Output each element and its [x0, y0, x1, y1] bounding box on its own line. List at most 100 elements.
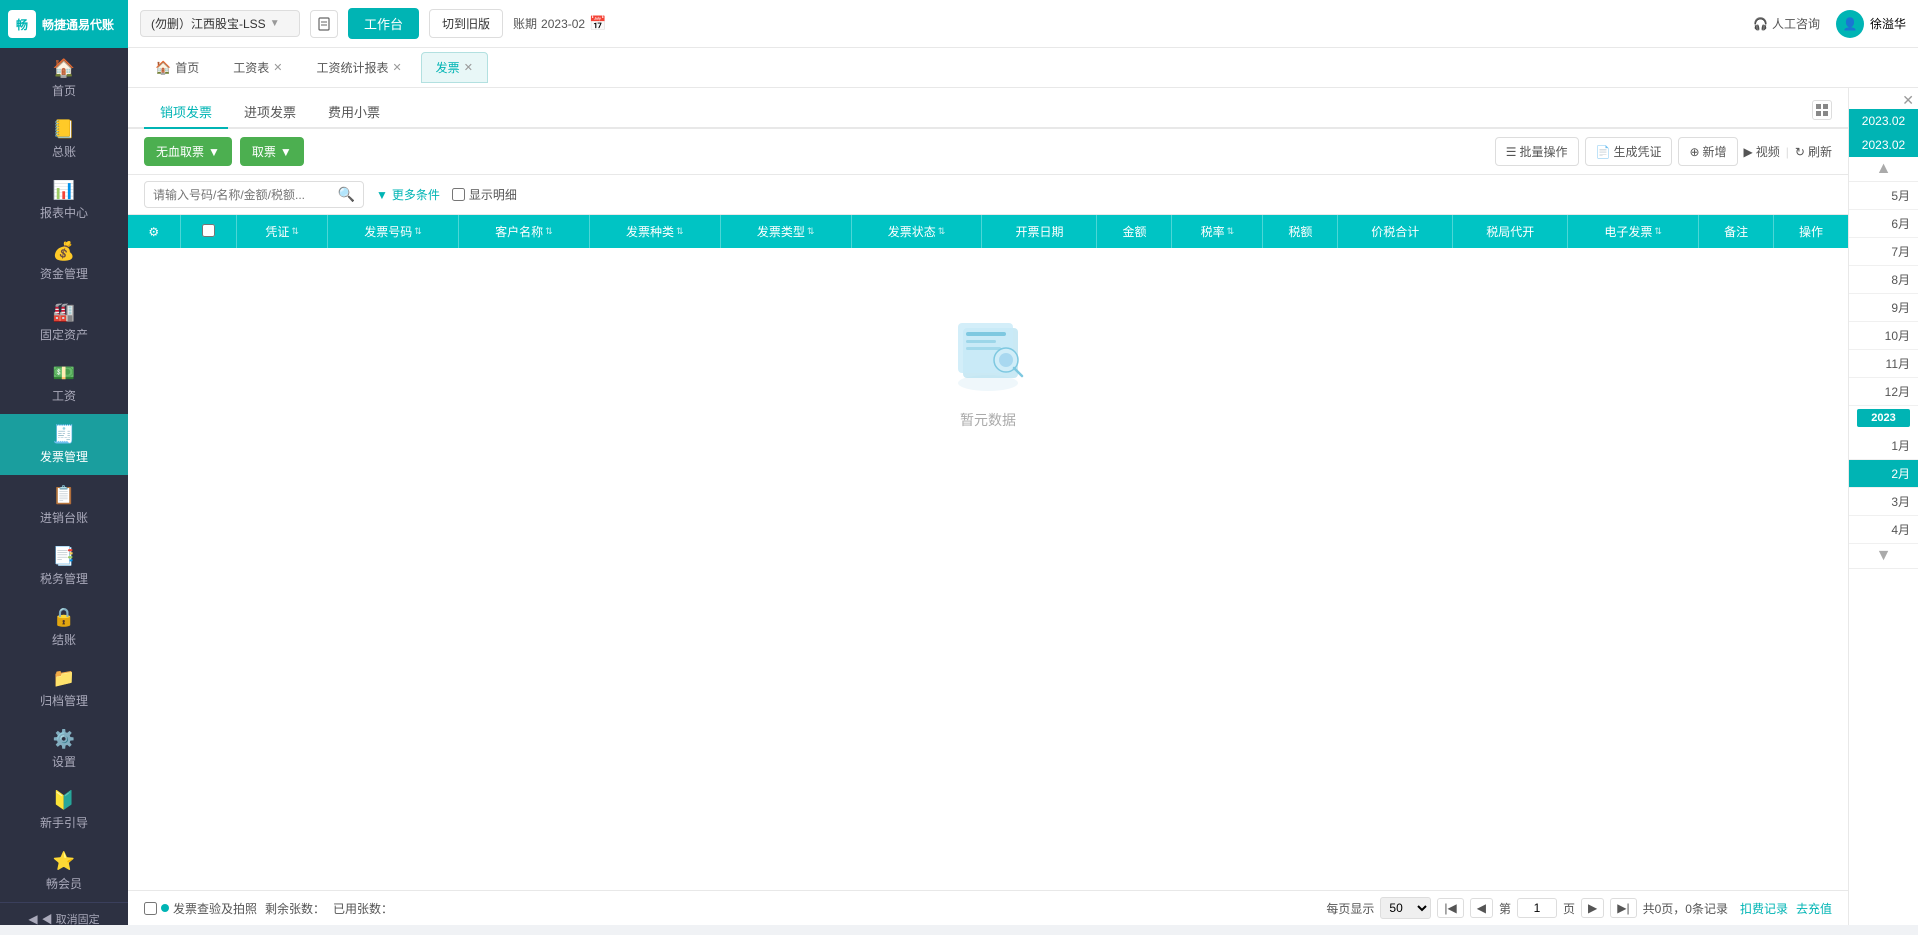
- date-nav-up-btn[interactable]: ▲: [1876, 161, 1892, 177]
- remaining-label: 剩余张数：: [265, 900, 325, 917]
- recharge-link[interactable]: 去充值: [1796, 900, 1832, 917]
- new-button[interactable]: ⊕ 新增: [1678, 137, 1737, 166]
- deduction-record-link[interactable]: 扣费记录: [1740, 900, 1788, 917]
- gen-voucher-button[interactable]: 📄 生成凭证: [1585, 137, 1673, 166]
- batch-op-button[interactable]: ☰ 批量操作: [1495, 137, 1579, 166]
- th-tax: 税额: [1263, 215, 1338, 248]
- date-item-9[interactable]: 9月: [1849, 294, 1918, 322]
- workbench-button[interactable]: 工作台: [348, 8, 419, 39]
- more-filter-button[interactable]: ▼ 更多条件: [376, 186, 440, 203]
- date-panel-close-btn[interactable]: ✕: [1902, 92, 1914, 109]
- sub-tab-sales-invoice[interactable]: 销项发票: [144, 96, 228, 129]
- tab-salary-table-close[interactable]: ✕: [273, 61, 282, 74]
- date-item-4[interactable]: 4月: [1849, 516, 1918, 544]
- take-ticket-button[interactable]: 取票 ▼: [240, 137, 304, 166]
- next-page-btn[interactable]: ▶: [1581, 898, 1604, 918]
- date-item-3[interactable]: 3月: [1849, 488, 1918, 516]
- import-export-links: 扣费记录 去充值: [1740, 900, 1832, 917]
- tab-invoice-close[interactable]: ✕: [464, 61, 473, 74]
- old-version-button[interactable]: 切到旧版: [429, 9, 503, 38]
- take-label: 取票: [252, 143, 276, 160]
- sub-tab-purchase-invoice[interactable]: 进项发票: [228, 96, 312, 129]
- doc-icon[interactable]: [310, 10, 338, 38]
- settings-icon: ⚙️: [53, 729, 75, 750]
- toolbar: 无血取票 ▼ 取票 ▼ ☰ 批量操作 📄 生成凭证: [128, 129, 1848, 175]
- show-detail-checkbox[interactable]: [452, 188, 465, 201]
- date-nav-down-btn[interactable]: ▼: [1876, 548, 1892, 564]
- date-panel-header-second[interactable]: 2023.02: [1849, 133, 1918, 157]
- sidebar-item-funds[interactable]: 💰 资金管理: [0, 231, 128, 292]
- date-item-10[interactable]: 10月: [1849, 322, 1918, 350]
- th-invoice-status[interactable]: 发票状态 ⇅: [851, 215, 982, 248]
- sidebar-item-ledger[interactable]: 📒 总账: [0, 109, 128, 170]
- th-invoice-no[interactable]: 发票号码 ⇅: [328, 215, 459, 248]
- user-info[interactable]: 👤 徐溢华: [1836, 10, 1906, 38]
- th-tax-rate[interactable]: 税率 ⇅: [1172, 215, 1263, 248]
- tab-salary-stats[interactable]: 工资统计报表 ✕: [301, 52, 416, 83]
- per-page-select[interactable]: 50 100 200: [1380, 897, 1431, 919]
- verify-checkbox[interactable]: [144, 902, 157, 915]
- tab-salary-table[interactable]: 工资表 ✕: [218, 52, 297, 83]
- prev-page-btn[interactable]: ◀: [1470, 898, 1493, 918]
- tab-home[interactable]: 🏠 首页: [140, 52, 214, 83]
- th-invoice-type[interactable]: 发票种类 ⇅: [589, 215, 720, 248]
- refresh-button[interactable]: ↻ 刷新: [1795, 143, 1832, 160]
- sidebar-item-tax[interactable]: 📑 税务管理: [0, 536, 128, 597]
- verify-check[interactable]: 发票查验及拍照: [144, 900, 257, 917]
- show-detail-toggle[interactable]: 显示明细: [452, 186, 517, 203]
- sidebar-item-guide[interactable]: 🔰 新手引导: [0, 780, 128, 841]
- period-label: 账期 2023-02 📅: [513, 15, 607, 32]
- sidebar-item-payroll[interactable]: 💵 工资: [0, 353, 128, 414]
- calendar-icon[interactable]: 📅: [589, 15, 606, 32]
- sidebar-item-archive[interactable]: 📁 归档管理: [0, 658, 128, 719]
- th-e-invoice[interactable]: 电子发票 ⇅: [1568, 215, 1699, 248]
- company-selector[interactable]: (勿删）江西股宝-LSS ▼: [140, 10, 300, 37]
- sidebar-item-label: 工资: [52, 387, 76, 404]
- sidebar-item-member[interactable]: ⭐ 畅会员: [0, 841, 128, 902]
- th-checkbox[interactable]: [180, 215, 237, 248]
- date-item-8[interactable]: 8月: [1849, 266, 1918, 294]
- sidebar-collapse-btn[interactable]: ◀ ◀ 取消固定: [0, 903, 128, 935]
- th-invoice-category[interactable]: 发票类型 ⇅: [720, 215, 851, 248]
- no-ticket-button[interactable]: 无血取票 ▼: [144, 137, 232, 166]
- date-item-5[interactable]: 5月: [1849, 182, 1918, 210]
- date-item-11[interactable]: 11月: [1849, 350, 1918, 378]
- sidebar-item-settings[interactable]: ⚙️ 设置: [0, 719, 128, 780]
- th-voucher[interactable]: 凭证 ⇅: [237, 215, 328, 248]
- last-page-btn[interactable]: ▶|: [1610, 898, 1636, 918]
- sidebar-item-reports[interactable]: 📊 报表中心: [0, 170, 128, 231]
- logo-text: 畅捷通易代账: [42, 16, 114, 33]
- page-input[interactable]: [1517, 898, 1557, 918]
- date-item-7[interactable]: 7月: [1849, 238, 1918, 266]
- tab-salary-stats-close[interactable]: ✕: [392, 61, 401, 74]
- date-item-12[interactable]: 12月: [1849, 378, 1918, 406]
- sidebar-item-invoice[interactable]: 🧾 发票管理: [0, 414, 128, 475]
- sidebar-item-label: 总账: [52, 143, 76, 160]
- th-customer[interactable]: 客户名称 ⇅: [458, 215, 589, 248]
- th-settings[interactable]: ⚙: [128, 215, 180, 248]
- search-input-wrapper: 🔍: [144, 181, 364, 208]
- sidebar-item-fixed-assets[interactable]: 🏭 固定资产: [0, 292, 128, 353]
- dropdown-arrow-icon: ▼: [208, 145, 220, 159]
- sidebar-item-sales[interactable]: 📋 进销台账: [0, 475, 128, 536]
- date-item-6[interactable]: 6月: [1849, 210, 1918, 238]
- support-button[interactable]: 🎧 人工咨询: [1753, 15, 1820, 32]
- sub-tab-expense-receipt[interactable]: 费用小票: [312, 96, 396, 129]
- sidebar-item-home[interactable]: 🏠 首页: [0, 48, 128, 109]
- tabs-bar: 🏠 首页 工资表 ✕ 工资统计报表 ✕ 发票 ✕: [128, 48, 1918, 88]
- first-page-btn[interactable]: |◀: [1437, 898, 1463, 918]
- select-all-checkbox[interactable]: [202, 224, 215, 237]
- sidebar-bottom: ◀ ◀ 取消固定: [0, 902, 128, 935]
- sidebar-item-close-period[interactable]: 🔒 结账: [0, 597, 128, 658]
- tab-invoice[interactable]: 发票 ✕: [421, 52, 488, 83]
- empty-state: 暂元数据: [128, 248, 1848, 490]
- year-badge: 2023: [1857, 409, 1910, 427]
- dropdown-arrow-icon: ▼: [270, 18, 280, 29]
- date-item-2-active[interactable]: 2月: [1849, 460, 1918, 488]
- search-icon[interactable]: 🔍: [338, 186, 355, 203]
- date-item-1[interactable]: 1月: [1849, 432, 1918, 460]
- date-panel-header-top[interactable]: 2023.02: [1849, 109, 1918, 133]
- search-input[interactable]: [153, 188, 332, 202]
- grid-view-btn[interactable]: [1812, 100, 1832, 120]
- video-button[interactable]: ▶ 视频: [1744, 143, 1780, 160]
